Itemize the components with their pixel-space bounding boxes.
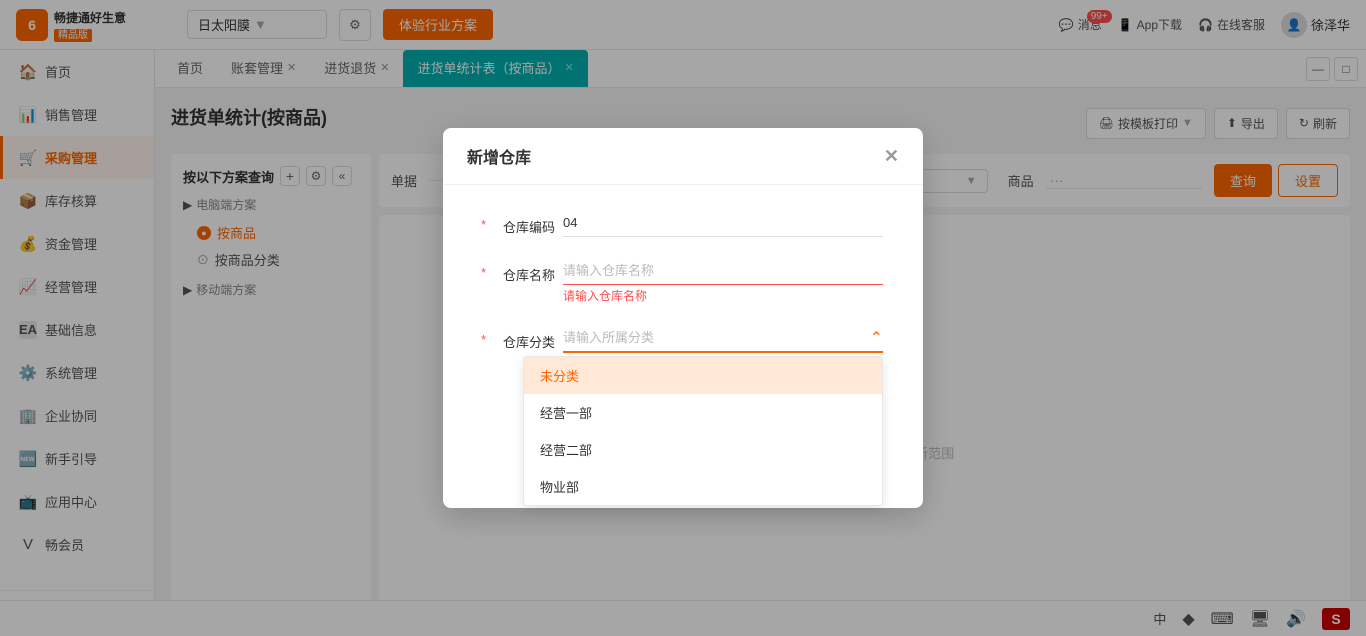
category-option-property[interactable]: 物业部 bbox=[524, 468, 882, 505]
warehouse-name-label: 仓库名称 bbox=[483, 257, 563, 284]
dialog-title: 新增仓库 bbox=[467, 144, 531, 168]
category-dropdown-list: 未分类 经营一部 经营二部 物业部 bbox=[523, 356, 883, 506]
warehouse-name-input[interactable] bbox=[563, 257, 883, 285]
modal-overlay[interactable]: 新增仓库 ✕ 仓库编码 仓库名称 请输入仓库名称 仓库分 bbox=[0, 0, 1366, 636]
new-warehouse-dialog: 新增仓库 ✕ 仓库编码 仓库名称 请输入仓库名称 仓库分 bbox=[443, 128, 923, 508]
warehouse-name-error: 请输入仓库名称 bbox=[563, 287, 883, 304]
warehouse-code-input-wrap bbox=[563, 209, 883, 237]
category-option-dept1[interactable]: 经营一部 bbox=[524, 394, 882, 431]
warehouse-category-row: 仓库分类 ⌃ 未分类 经营一部 经营二部 物业部 bbox=[483, 324, 883, 353]
dropdown-arrow-icon[interactable]: ⌃ bbox=[870, 328, 883, 348]
warehouse-category-wrap: ⌃ 未分类 经营一部 经营二部 物业部 bbox=[563, 324, 883, 353]
warehouse-name-row: 仓库名称 请输入仓库名称 bbox=[483, 257, 883, 304]
warehouse-category-input-row: ⌃ bbox=[563, 324, 883, 353]
dialog-header: 新增仓库 ✕ bbox=[443, 128, 923, 185]
warehouse-code-row: 仓库编码 bbox=[483, 209, 883, 237]
warehouse-category-label: 仓库分类 bbox=[483, 324, 563, 351]
warehouse-code-label: 仓库编码 bbox=[483, 209, 563, 236]
category-option-none[interactable]: 未分类 bbox=[524, 357, 882, 394]
dialog-body: 仓库编码 仓库名称 请输入仓库名称 仓库分类 ⌃ bbox=[443, 185, 923, 444]
warehouse-category-input[interactable] bbox=[563, 324, 870, 351]
dialog-close-button[interactable]: ✕ bbox=[884, 146, 899, 167]
category-option-dept2[interactable]: 经营二部 bbox=[524, 431, 882, 468]
warehouse-code-input[interactable] bbox=[563, 209, 883, 237]
warehouse-name-input-wrap: 请输入仓库名称 bbox=[563, 257, 883, 304]
